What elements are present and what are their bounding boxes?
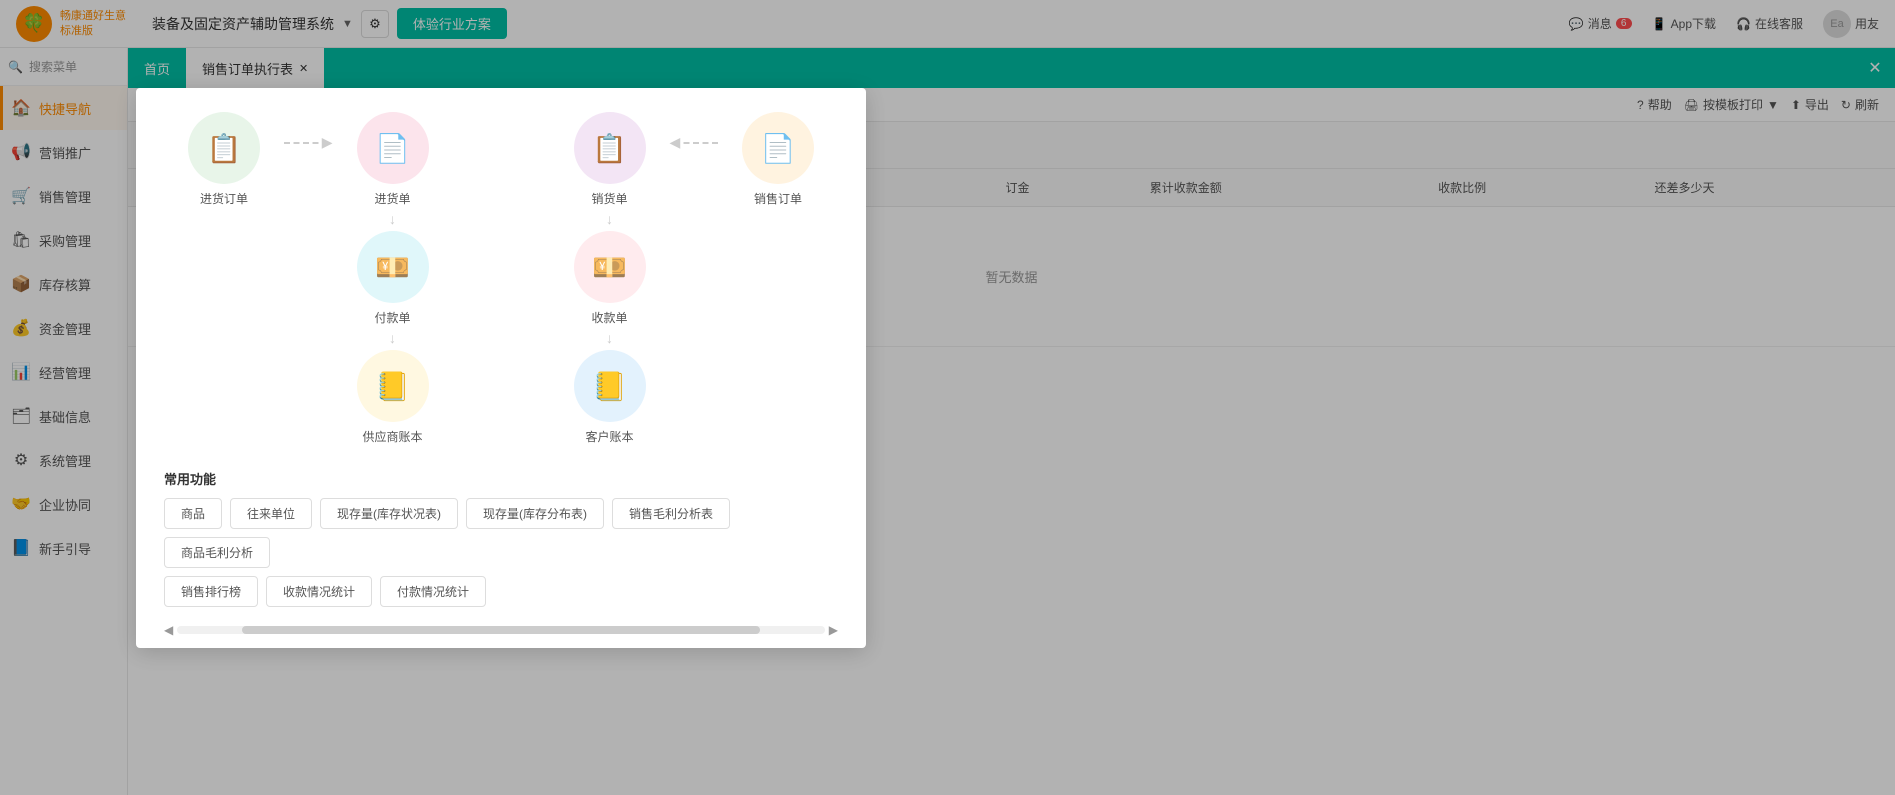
sales-bill-icon: 📋 xyxy=(592,132,627,165)
purchase-order-circle: 📋 xyxy=(188,112,260,184)
btn-goods[interactable]: 商品 xyxy=(164,498,222,529)
btn-receipt-stats[interactable]: 收款情况统计 xyxy=(266,576,372,607)
modal-scroll-area: ◀ ▶ xyxy=(164,623,838,637)
scrollbar-thumb[interactable] xyxy=(242,626,760,634)
receipt-bill-icon: 💴 xyxy=(592,251,627,284)
btn-sales-rank[interactable]: 销售排行榜 xyxy=(164,576,258,607)
payment-bill-node[interactable]: 💴 付款单 xyxy=(333,231,453,326)
customer-ledger-circle: 📒 xyxy=(574,350,646,422)
purchase-order-icon: 📋 xyxy=(207,132,242,165)
flow-diagram: 📋 进货订单 ▶ 📄 xyxy=(164,112,838,445)
scroll-right-arrow[interactable]: ▶ xyxy=(829,623,838,637)
btn-partners[interactable]: 往来单位 xyxy=(230,498,312,529)
sales-order-circle: 📄 xyxy=(742,112,814,184)
btn-goods-profit[interactable]: 商品毛利分析 xyxy=(164,537,270,568)
btn-payment-stats[interactable]: 付款情况统计 xyxy=(380,576,486,607)
receipt-bill-node[interactable]: 💴 收款单 xyxy=(550,231,670,326)
sales-bill-node[interactable]: 📋 销货单 xyxy=(550,112,670,207)
purchase-bill-circle: 📄 xyxy=(357,112,429,184)
customer-ledger-icon: 📒 xyxy=(592,370,627,403)
customer-ledger-node[interactable]: 📒 客户账本 xyxy=(550,350,670,445)
payment-bill-circle: 💴 xyxy=(357,231,429,303)
supplier-ledger-icon: 📒 xyxy=(375,370,410,403)
flow-modal: 📋 进货订单 ▶ 📄 xyxy=(136,88,866,648)
sales-order-node[interactable]: 📄 销售订单 xyxy=(718,112,838,207)
common-functions-section: 常用功能 商品 往来单位 现存量(库存状况表) 现存量(库存分布表) 销售毛利分… xyxy=(164,469,838,607)
payment-bill-icon: 💴 xyxy=(375,251,410,284)
btn-stock-dist[interactable]: 现存量(库存分布表) xyxy=(466,498,604,529)
supplier-ledger-circle: 📒 xyxy=(357,350,429,422)
purchase-bill-icon: 📄 xyxy=(375,132,410,165)
common-functions-title: 常用功能 xyxy=(164,469,838,488)
btn-sales-profit[interactable]: 销售毛利分析表 xyxy=(612,498,730,529)
btn-stock-status[interactable]: 现存量(库存状况表) xyxy=(320,498,458,529)
purchase-order-node[interactable]: 📋 进货订单 xyxy=(164,112,284,207)
scroll-left-arrow[interactable]: ◀ xyxy=(164,623,173,637)
sales-order-icon: 📄 xyxy=(761,132,796,165)
sales-bill-circle: 📋 xyxy=(574,112,646,184)
supplier-ledger-node[interactable]: 📒 供应商账本 xyxy=(333,350,453,445)
scrollbar-track xyxy=(177,626,825,634)
purchase-bill-node[interactable]: 📄 进货单 xyxy=(333,112,453,207)
receipt-bill-circle: 💴 xyxy=(574,231,646,303)
common-functions-buttons-row2: 销售排行榜 收款情况统计 付款情况统计 xyxy=(164,576,838,607)
common-functions-buttons: 商品 往来单位 现存量(库存状况表) 现存量(库存分布表) 销售毛利分析表 商品… xyxy=(164,498,838,568)
